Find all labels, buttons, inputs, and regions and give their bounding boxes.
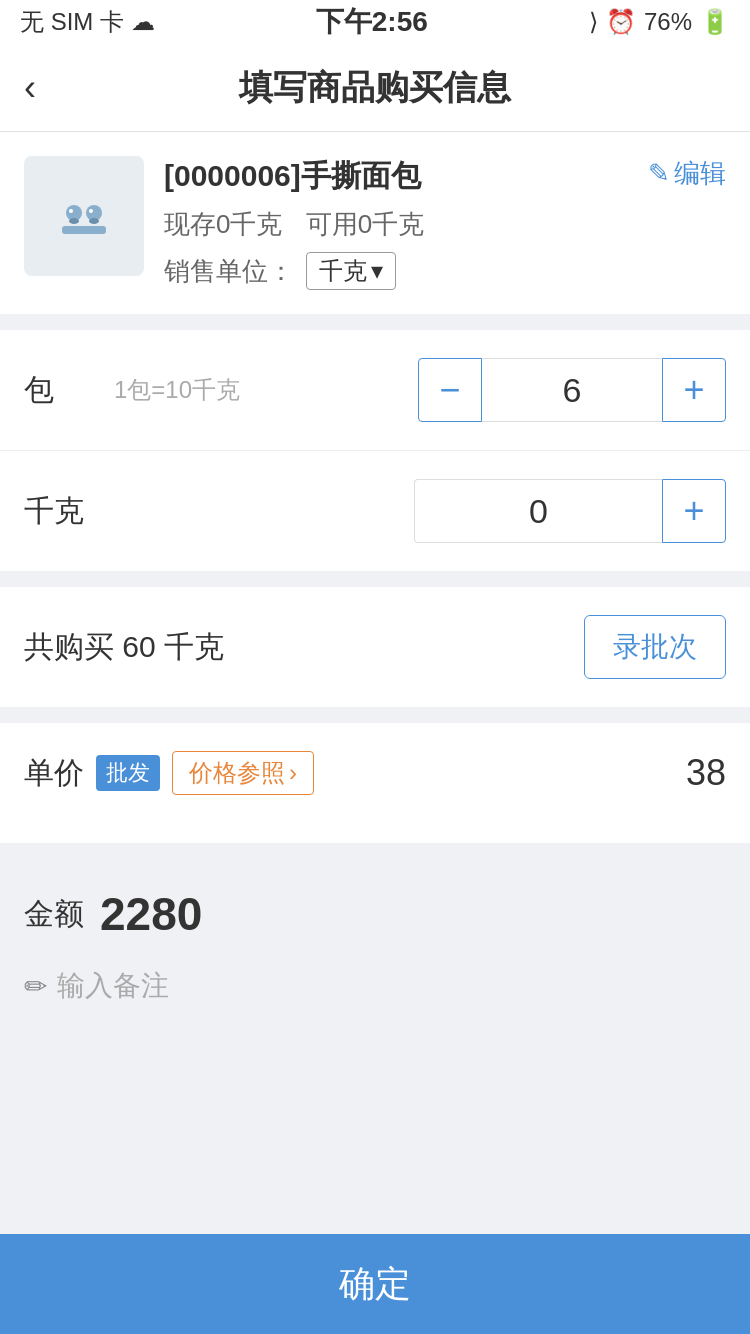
- status-bar: 无 SIM 卡 ☁ 下午2:56 ⟩ ⏰ 76% 🔋: [0, 0, 750, 44]
- price-left: 单价 批发 价格参照 ›: [24, 751, 314, 795]
- amount-row: 金额 2280: [24, 887, 726, 941]
- price-value: 38: [686, 752, 726, 794]
- remark-placeholder: 输入备注: [57, 967, 169, 1005]
- amount-label: 金额: [24, 894, 84, 935]
- product-thumbnail: [24, 156, 144, 276]
- summary-section: 共购买 60 千克 录批次: [0, 587, 750, 707]
- bao-input[interactable]: [482, 358, 662, 422]
- price-row: 单价 批发 价格参照 › 38: [24, 751, 726, 795]
- status-right: ⟩ ⏰ 76% 🔋: [589, 8, 730, 36]
- kg-controls: +: [414, 479, 726, 543]
- product-info: [0000006]手撕面包 现存0千克 可用0千克 销售单位： 千克 ▾: [164, 156, 726, 290]
- bao-label: 包: [24, 370, 104, 411]
- chevron-down-icon: ▾: [371, 257, 383, 285]
- kg-plus-button[interactable]: +: [662, 479, 726, 543]
- back-button[interactable]: ‹: [24, 67, 36, 109]
- amount-section: 金额 2280 ✏ 输入备注: [0, 859, 750, 1015]
- bao-input-row: 包 1包=10千克 − +: [0, 330, 750, 451]
- confirm-bar[interactable]: 确定: [0, 1234, 750, 1334]
- unit-selector[interactable]: 千克 ▾: [306, 252, 396, 290]
- status-left: 无 SIM 卡 ☁: [20, 6, 155, 38]
- remark-row[interactable]: ✏ 输入备注: [24, 957, 726, 1015]
- edit-button[interactable]: ✎ 编辑: [648, 156, 726, 191]
- svg-rect-6: [62, 226, 106, 234]
- svg-point-5: [89, 209, 93, 213]
- alarm-icon: ⏰: [606, 8, 636, 36]
- svg-point-2: [69, 218, 79, 224]
- bao-controls: − +: [418, 358, 726, 422]
- bottom-spacer: [0, 1015, 750, 1135]
- chevron-right-icon: ›: [289, 759, 297, 787]
- product-name: [0000006]手撕面包: [164, 156, 726, 197]
- battery-icon: 🔋: [700, 8, 730, 36]
- bao-plus-button[interactable]: +: [662, 358, 726, 422]
- product-card: [0000006]手撕面包 现存0千克 可用0千克 销售单位： 千克 ▾ ✎ 编…: [0, 132, 750, 314]
- location-icon: ⟩: [589, 8, 598, 36]
- kg-input[interactable]: [414, 479, 662, 543]
- nav-bar: ‹ 填写商品购买信息: [0, 44, 750, 132]
- price-section: 单价 批发 价格参照 › 38: [0, 723, 750, 843]
- svg-point-4: [69, 209, 73, 213]
- kg-label: 千克: [24, 491, 104, 532]
- confirm-label: 确定: [339, 1260, 411, 1309]
- price-ref-button[interactable]: 价格参照 ›: [172, 751, 314, 795]
- kg-input-row: 千克 +: [0, 451, 750, 571]
- pifa-badge: 批发: [96, 755, 160, 791]
- pencil-icon: ✏: [24, 970, 47, 1003]
- bao-hint: 1包=10千克: [114, 374, 418, 406]
- sim-status: 无 SIM 卡 ☁: [20, 6, 155, 38]
- price-label: 单价: [24, 753, 84, 794]
- edit-icon: ✎: [648, 158, 670, 189]
- nav-title: 填写商品购买信息: [239, 65, 511, 111]
- status-time: 下午2:56: [316, 3, 428, 41]
- summary-text: 共购买 60 千克: [24, 627, 224, 668]
- bao-minus-button[interactable]: −: [418, 358, 482, 422]
- svg-point-3: [89, 218, 99, 224]
- amount-value: 2280: [100, 887, 202, 941]
- batch-button[interactable]: 录批次: [584, 615, 726, 679]
- battery-level: 76%: [644, 8, 692, 36]
- input-section: 包 1包=10千克 − + 千克 +: [0, 330, 750, 571]
- product-stock: 现存0千克 可用0千克: [164, 207, 726, 242]
- product-unit-row: 销售单位： 千克 ▾: [164, 252, 726, 290]
